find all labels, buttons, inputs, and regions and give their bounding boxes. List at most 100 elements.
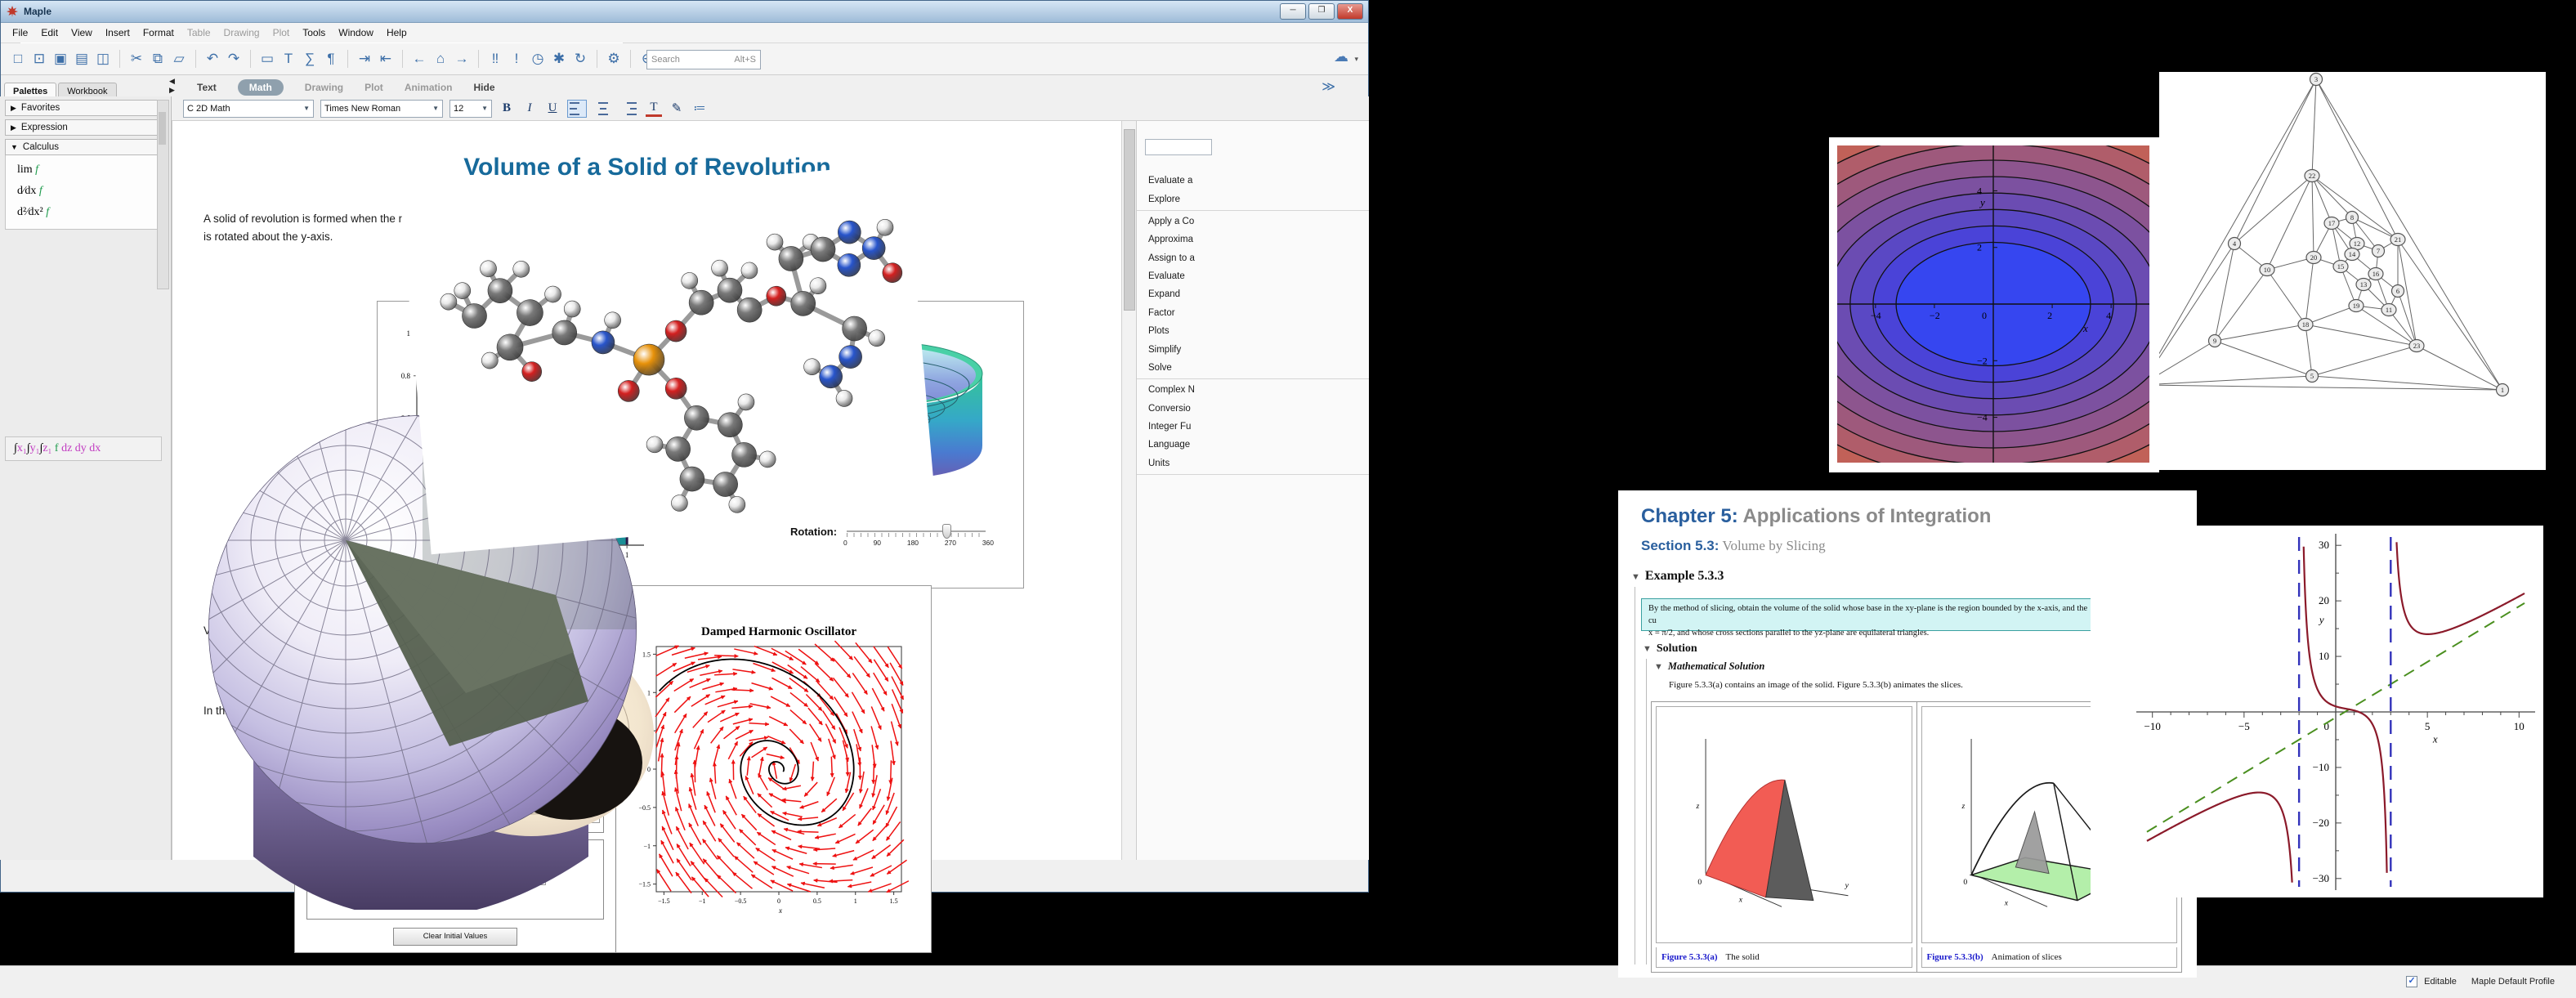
- context-item-plots[interactable]: Plots: [1137, 322, 1369, 340]
- paste-icon[interactable]: ▱: [169, 48, 189, 69]
- minimize-button[interactable]: ─: [1280, 3, 1306, 20]
- close-button[interactable]: X: [1337, 3, 1363, 20]
- context-item-expand[interactable]: Expand: [1137, 285, 1369, 303]
- graph-node-21[interactable]: 21: [2390, 234, 2405, 246]
- graph-node-11[interactable]: 11: [2381, 304, 2396, 316]
- context-tab-animation[interactable]: Animation: [405, 82, 453, 93]
- palette-calculus-entry[interactable]: lim f: [6, 157, 165, 178]
- debug-icon[interactable]: ✱: [549, 48, 569, 69]
- graph-node-15[interactable]: 15: [2333, 261, 2348, 273]
- rotation-slider[interactable]: 090180270360: [847, 524, 986, 548]
- system-dropdown[interactable]: damped harmonic oscillator▼: [344, 626, 499, 641]
- graph-node-4[interactable]: 4: [2229, 238, 2241, 250]
- graph-node-18[interactable]: 18: [2298, 319, 2313, 331]
- menu-view[interactable]: View: [65, 25, 99, 41]
- param-field-omega[interactable]: 1.0: [508, 870, 546, 885]
- restore-button[interactable]: ❐: [1308, 3, 1335, 20]
- graph-node-3[interactable]: 3: [2310, 74, 2323, 86]
- highlight-pen-button[interactable]: ✎: [669, 101, 685, 116]
- menu-insert[interactable]: Insert: [99, 25, 136, 41]
- print-preview-icon[interactable]: ◫: [93, 48, 113, 69]
- param-field-mu[interactable]: .5: [371, 870, 409, 885]
- graph-node-22[interactable]: 22: [2305, 170, 2319, 182]
- graph-node-8[interactable]: 8: [2346, 212, 2359, 224]
- menu-help[interactable]: Help: [380, 25, 414, 41]
- bold-button[interactable]: B: [499, 101, 515, 115]
- context-item-integer-fu[interactable]: Integer Fu: [1137, 418, 1369, 436]
- interrupt-icon[interactable]: ◷: [528, 48, 548, 69]
- context-item-units[interactable]: Units: [1137, 454, 1369, 472]
- graph-node-20[interactable]: 20: [2306, 252, 2321, 264]
- menu-tools[interactable]: Tools: [296, 25, 332, 41]
- context-tab-text[interactable]: Text: [197, 82, 217, 93]
- palette-calculus-entry[interactable]: d²⁄dx² f: [6, 199, 165, 221]
- forward-icon[interactable]: →: [452, 48, 472, 69]
- palette-group-expression[interactable]: ▶Expression: [5, 119, 166, 136]
- copy-icon[interactable]: ⧉: [148, 48, 168, 69]
- execute-all-icon[interactable]: ‼: [485, 48, 505, 69]
- more-chevron-icon[interactable]: ≫: [1322, 78, 1335, 95]
- new-document-icon[interactable]: □: [8, 48, 28, 69]
- indent-icon[interactable]: ⇥: [355, 48, 374, 69]
- cut-icon[interactable]: ✂: [127, 48, 146, 69]
- restart-icon[interactable]: ↻: [570, 48, 590, 69]
- graph-node-9[interactable]: 9: [2209, 335, 2221, 347]
- align-right-button[interactable]: [619, 100, 639, 118]
- font-combo[interactable]: Times New Roman▼: [320, 100, 443, 118]
- update-system-button[interactable]: Update S...: [528, 683, 580, 701]
- graph-node-14[interactable]: 14: [2345, 248, 2359, 261]
- to-field[interactable]: 1.5: [552, 776, 600, 792]
- align-center-button[interactable]: [593, 100, 613, 118]
- graph-node-5[interactable]: 5: [2306, 370, 2319, 383]
- from-field[interactable]: -1.5: [430, 808, 477, 823]
- open-icon[interactable]: ⊡: [29, 48, 49, 69]
- title-bar[interactable]: Maple ─ ❐ X: [1, 1, 1368, 23]
- menu-file[interactable]: File: [6, 25, 34, 41]
- editable-checkbox[interactable]: ✓: [2406, 976, 2417, 987]
- palette-group-favorites[interactable]: ▶Favorites: [5, 100, 166, 116]
- context-item-apply-a-co[interactable]: Apply a Co: [1137, 213, 1369, 230]
- to-field[interactable]: 12: [552, 745, 600, 761]
- insert-section-icon[interactable]: ¶: [321, 48, 341, 69]
- palette-scrollbar[interactable]: [157, 100, 169, 289]
- menu-format[interactable]: Format: [136, 25, 181, 41]
- style-combo[interactable]: C 2D Math▼: [183, 100, 314, 118]
- italic-button[interactable]: I: [521, 101, 538, 115]
- graph-node-6[interactable]: 6: [2392, 285, 2404, 298]
- from-field[interactable]: [430, 745, 477, 761]
- context-item-conversio[interactable]: Conversio: [1137, 400, 1369, 418]
- home-icon[interactable]: ⌂: [431, 48, 450, 69]
- to-field[interactable]: 1.5: [552, 808, 600, 823]
- context-tab-plot[interactable]: Plot: [364, 82, 383, 93]
- clear-initial-values-button[interactable]: Clear Initial Values: [393, 928, 517, 946]
- context-item-language[interactable]: Language: [1137, 436, 1369, 454]
- cloud-caret-icon[interactable]: ▾: [1354, 55, 1358, 64]
- cloud-icon[interactable]: ☁: [1334, 48, 1348, 65]
- context-item-factor[interactable]: Factor: [1137, 304, 1369, 322]
- context-item-simplify[interactable]: Simplify: [1137, 340, 1369, 358]
- context-tab-math[interactable]: Math: [238, 79, 284, 96]
- graph-node-19[interactable]: 19: [2349, 300, 2364, 312]
- context-tab-hide[interactable]: Hide: [473, 82, 494, 93]
- save-icon[interactable]: ▣: [51, 48, 70, 69]
- palette-calculus-entry[interactable]: d⁄dx f: [6, 178, 165, 199]
- context-item-evaluate-a[interactable]: Evaluate a: [1137, 172, 1369, 190]
- graph-node-16[interactable]: 16: [2368, 268, 2383, 280]
- document-scrollbar[interactable]: [1121, 121, 1137, 860]
- math-solution-section[interactable]: ▼Mathematical Solution: [1654, 660, 1764, 673]
- example-section[interactable]: ▼Example 5.3.3: [1631, 569, 1724, 584]
- from-field[interactable]: -1.5: [430, 776, 477, 792]
- graph-node-23[interactable]: 23: [2409, 340, 2424, 352]
- search-input[interactable]: Search Alt+S: [646, 50, 761, 69]
- splitter-arrows[interactable]: ◀▶: [169, 77, 175, 95]
- context-item-approxima[interactable]: Approxima: [1137, 230, 1369, 248]
- solution-section[interactable]: ▼Solution: [1643, 642, 1697, 656]
- size-combo[interactable]: 12▼: [449, 100, 492, 118]
- context-item-evaluate[interactable]: Evaluate: [1137, 267, 1369, 285]
- text-color-button[interactable]: T: [646, 101, 662, 117]
- execute-icon[interactable]: !: [507, 48, 526, 69]
- back-icon[interactable]: ←: [409, 48, 429, 69]
- menu-edit[interactable]: Edit: [34, 25, 65, 41]
- context-item-explore[interactable]: Explore: [1137, 190, 1369, 208]
- underline-button[interactable]: U: [544, 101, 561, 115]
